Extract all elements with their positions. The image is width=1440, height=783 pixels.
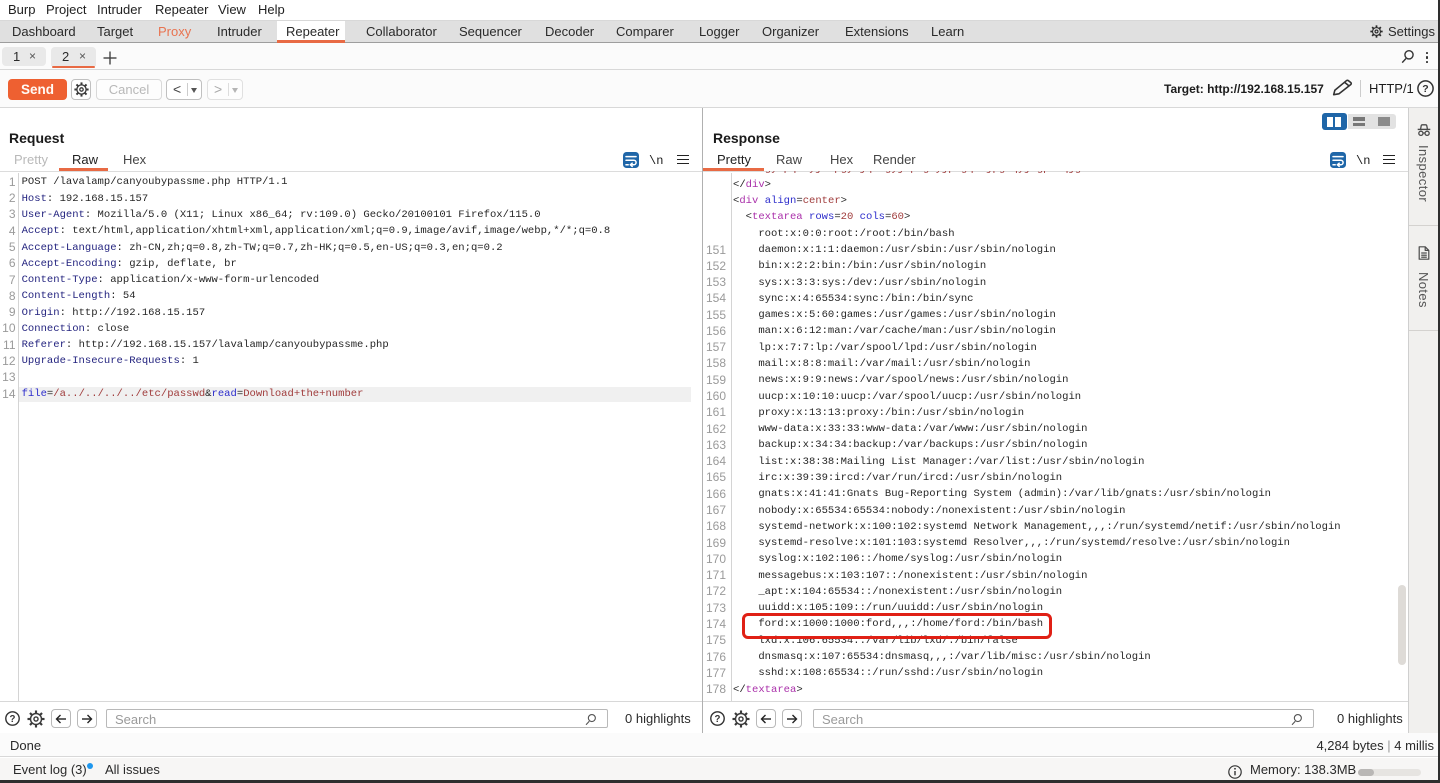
svg-text:?: ? (714, 714, 720, 725)
svg-text:?: ? (10, 714, 16, 725)
svg-text:?: ? (1422, 83, 1428, 95)
